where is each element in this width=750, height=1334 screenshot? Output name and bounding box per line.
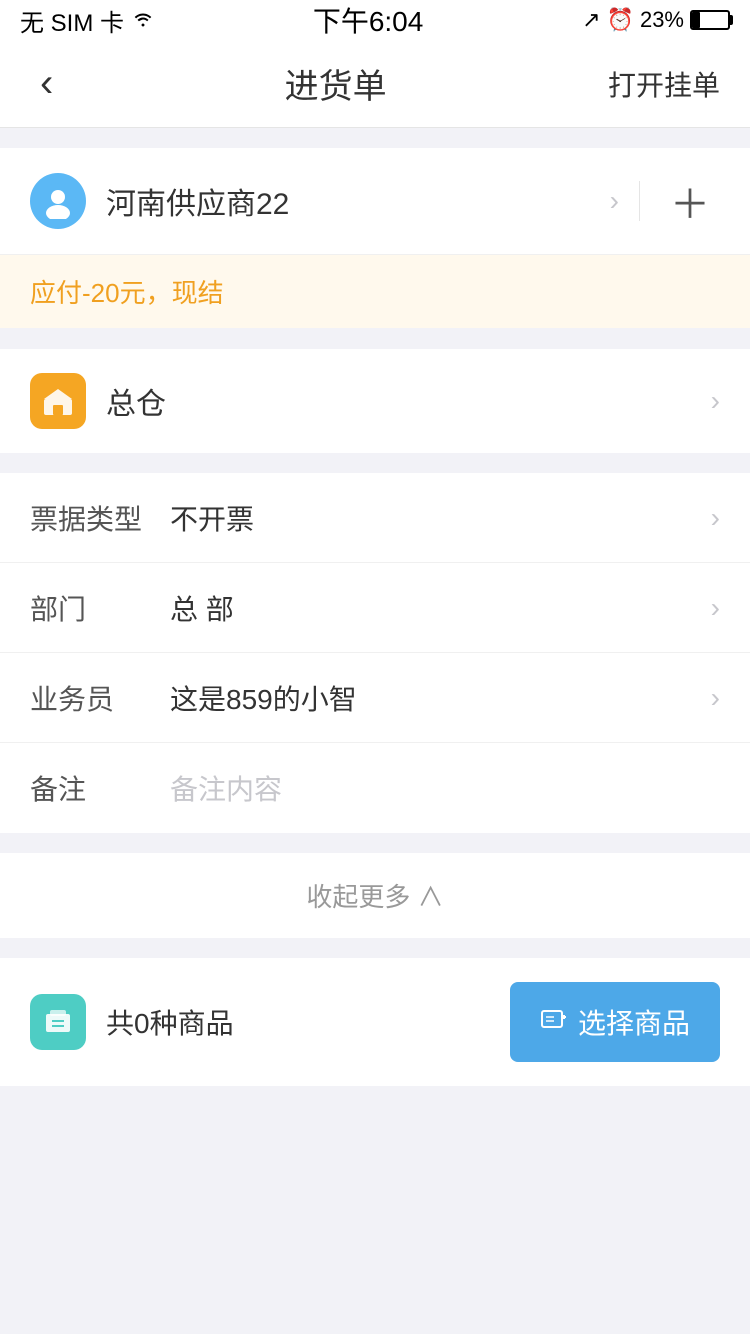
salesperson-row[interactable]: 业务员 这是859的小智 › [0, 653, 750, 743]
footer-section: 共0种商品 选择商品 [0, 958, 750, 1086]
warehouse-chevron-icon: › [711, 385, 720, 417]
remark-row[interactable]: 备注 备注内容 [0, 743, 750, 833]
salesperson-chevron-icon: › [711, 682, 720, 714]
add-supplier-button[interactable]: ＋ [660, 172, 720, 230]
status-bar-right: ↗ ⏰ 23% [582, 7, 730, 33]
product-count-label: 共0种商品 [106, 1002, 490, 1042]
warehouse-row[interactable]: 总仓 › [0, 348, 750, 453]
department-row[interactable]: 部门 总 部 › [0, 563, 750, 653]
supplier-chevron-icon: › [610, 185, 619, 217]
carrier-label: 无 SIM 卡 [20, 3, 124, 38]
department-value: 总 部 [150, 588, 711, 628]
product-icon [30, 994, 86, 1050]
remark-label: 备注 [30, 768, 150, 808]
status-bar-time: 下午6:04 [313, 0, 424, 40]
notice-bar: 应付-20元，现结 [0, 255, 750, 328]
divider-1 [0, 128, 750, 148]
battery-icon [690, 10, 730, 30]
wifi-icon [132, 6, 154, 34]
status-bar: 无 SIM 卡 下午6:04 ↗ ⏰ 23% [0, 0, 750, 40]
salesperson-value: 这是859的小智 [150, 678, 711, 718]
invoice-type-value: 不开票 [150, 498, 711, 538]
battery-percent: 23% [640, 7, 684, 33]
supplier-section: 河南供应商22 › ＋ 应付-20元，现结 [0, 148, 750, 328]
divider-2 [0, 328, 750, 348]
invoice-type-row[interactable]: 票据类型 不开票 › [0, 473, 750, 563]
open-pending-button[interactable]: 打开挂单 [608, 64, 720, 104]
form-section: 票据类型 不开票 › 部门 总 部 › 业务员 这是859的小智 › 备注 备注… [0, 473, 750, 833]
location-icon: ↗ [582, 7, 600, 33]
supplier-divider [639, 181, 640, 221]
warehouse-section: 总仓 › [0, 348, 750, 453]
warehouse-name: 总仓 [106, 379, 711, 423]
department-chevron-icon: › [711, 592, 720, 624]
invoice-type-label: 票据类型 [30, 498, 150, 538]
supplier-name: 河南供应商22 [106, 179, 610, 223]
select-product-label: 选择商品 [578, 1002, 690, 1042]
supplier-avatar [30, 173, 86, 229]
page-title: 进货单 [285, 59, 387, 108]
collapse-button[interactable]: 收起更多 ∧ [0, 853, 750, 938]
alarm-icon: ⏰ [607, 7, 634, 33]
warehouse-icon [30, 373, 86, 429]
notice-text: 应付-20元，现结 [30, 278, 224, 308]
salesperson-label: 业务员 [30, 678, 150, 718]
back-button[interactable]: ‹ [30, 51, 63, 116]
select-product-icon [540, 1005, 568, 1040]
select-product-button[interactable]: 选择商品 [510, 982, 720, 1062]
department-label: 部门 [30, 588, 150, 628]
status-bar-left: 无 SIM 卡 [20, 3, 154, 38]
collapse-label: 收起更多 ∧ [306, 877, 443, 914]
supplier-row[interactable]: 河南供应商22 › ＋ [0, 148, 750, 255]
invoice-type-chevron-icon: › [711, 502, 720, 534]
remark-input[interactable]: 备注内容 [150, 768, 720, 808]
nav-bar: ‹ 进货单 打开挂单 [0, 40, 750, 128]
